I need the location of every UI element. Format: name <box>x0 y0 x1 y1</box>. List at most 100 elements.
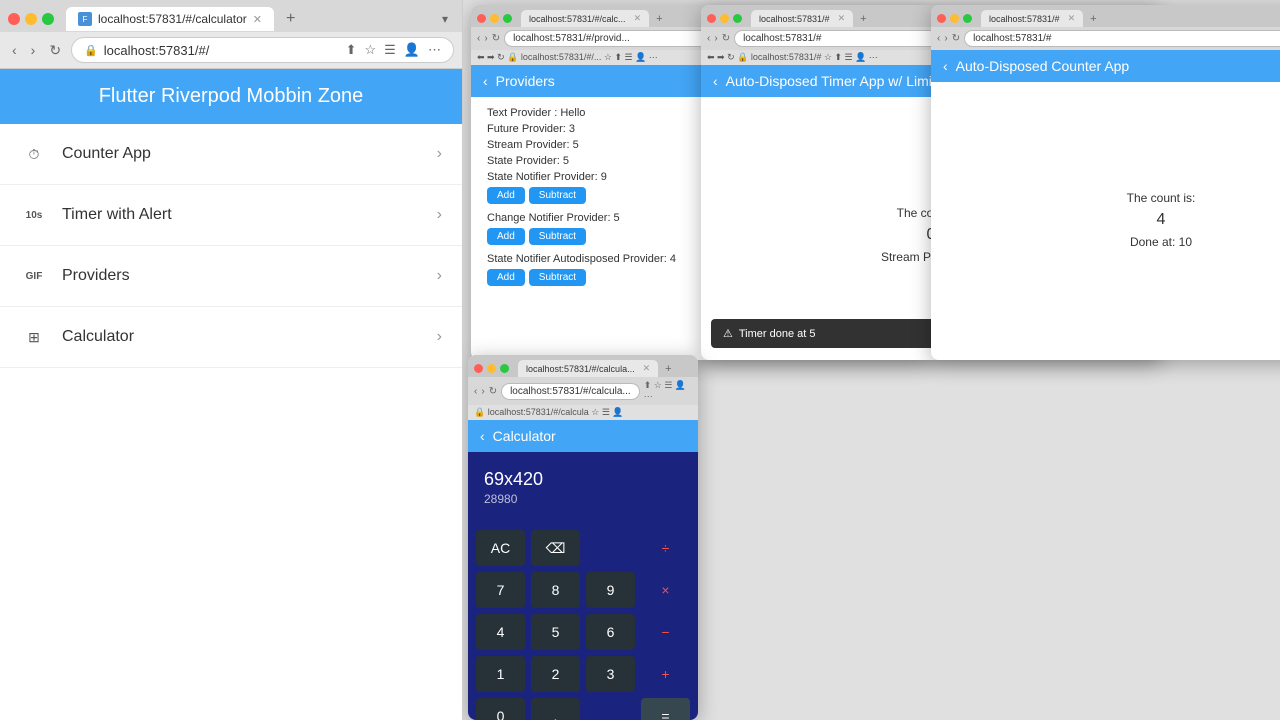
providers-tab-close[interactable]: ✕ <box>634 13 642 24</box>
nav-item-calculator[interactable]: ⊞ Calculator › <box>0 307 462 368</box>
traffic-light-red[interactable] <box>8 13 20 25</box>
account-icon[interactable]: 👤 <box>404 42 420 58</box>
nav-item-timer[interactable]: 10s Timer with Alert › <box>0 185 462 246</box>
c-tl-green[interactable] <box>963 14 972 23</box>
tab-dropdown[interactable]: ▾ <box>436 12 454 26</box>
state-notifier-label: State Notifier Provider: 9 <box>487 171 607 183</box>
counter-tab-close[interactable]: ✕ <box>1068 13 1076 24</box>
p-back[interactable]: ‹ <box>477 33 480 44</box>
timer-back-button[interactable]: ‹ <box>713 73 718 89</box>
toast-icon: ⚠ <box>723 327 733 340</box>
calc-btn-8[interactable]: 8 <box>531 572 580 608</box>
calc-btn-backspace[interactable]: ⌫ <box>531 530 580 566</box>
counter-new-tab[interactable]: + <box>1090 13 1096 25</box>
calc-tab-close[interactable]: ✕ <box>643 363 651 374</box>
c-address[interactable]: localhost:57831/# <box>964 30 1280 47</box>
autodisposed-subtract[interactable]: Subtract <box>529 269 586 286</box>
calc-tab-url: localhost:57831/#/calcula... <box>526 364 635 374</box>
timer-new-tab[interactable]: + <box>860 13 866 25</box>
c-refresh[interactable]: ↻ <box>952 33 960 44</box>
timer-tab-close[interactable]: ✕ <box>838 13 846 24</box>
c-back[interactable]: ‹ <box>937 33 940 44</box>
calc-btn-multiply[interactable]: × <box>641 572 690 608</box>
counter-tab-url: localhost:57831/# <box>989 14 1060 24</box>
state-notifier-add[interactable]: Add <box>487 187 525 204</box>
calc-btn-divide[interactable]: ÷ <box>641 530 690 566</box>
timer-tab[interactable]: localhost:57831/# ✕ <box>751 10 853 27</box>
nav-item-counter[interactable]: ⏱ Counter App › <box>0 124 462 185</box>
calc-btn-4[interactable]: 4 <box>476 614 525 650</box>
tab-close-button[interactable]: ✕ <box>253 13 262 26</box>
counter-title: Auto-Disposed Counter App <box>956 58 1130 74</box>
calc-btn-3[interactable]: 3 <box>586 656 635 692</box>
change-notifier-label: Change Notifier Provider: 5 <box>487 212 620 224</box>
forward-button[interactable]: › <box>27 40 40 60</box>
calc-back-button[interactable]: ‹ <box>480 428 485 444</box>
calc-new-tab[interactable]: + <box>665 363 671 375</box>
reader-icon[interactable]: ☰ <box>384 42 396 58</box>
providers-chevron: › <box>437 267 442 285</box>
c-tl-red[interactable] <box>937 14 946 23</box>
calc-tab[interactable]: localhost:57831/#/calcula... ✕ <box>518 360 658 377</box>
t-tl-green[interactable] <box>733 14 742 23</box>
timer-title: Auto-Disposed Timer App w/ Limit <box>726 73 936 89</box>
calc-btn-9[interactable]: 9 <box>586 572 635 608</box>
traffic-light-green[interactable] <box>42 13 54 25</box>
state-notifier-subtract[interactable]: Subtract <box>529 187 586 204</box>
p-fwd[interactable]: › <box>484 33 487 44</box>
p-tl-green[interactable] <box>503 14 512 23</box>
share-icon[interactable]: ⬆ <box>346 42 357 58</box>
calc-btn-2[interactable]: 2 <box>531 656 580 692</box>
new-tab-button[interactable]: + <box>278 6 303 32</box>
counter-tab[interactable]: localhost:57831/# ✕ <box>981 10 1083 27</box>
calc-btn-5[interactable]: 5 <box>531 614 580 650</box>
traffic-light-yellow[interactable] <box>25 13 37 25</box>
ca-tl-green[interactable] <box>500 364 509 373</box>
t-tl-red[interactable] <box>707 14 716 23</box>
t-fwd[interactable]: › <box>714 33 717 44</box>
bookmark-icon[interactable]: ☆ <box>365 42 377 58</box>
t-tl-yellow[interactable] <box>720 14 729 23</box>
counter-label: Counter App <box>62 145 423 163</box>
t-back[interactable]: ‹ <box>707 33 710 44</box>
calc-btn-ac[interactable]: AC <box>476 530 525 566</box>
autodisposed-add[interactable]: Add <box>487 269 525 286</box>
p-refresh[interactable]: ↻ <box>492 33 500 44</box>
ca-tl-yellow[interactable] <box>487 364 496 373</box>
change-notifier-add[interactable]: Add <box>487 228 525 245</box>
providers-icon: GIF <box>20 262 48 290</box>
ca-refresh[interactable]: ↻ <box>489 386 497 397</box>
calc-btn-subtract[interactable]: − <box>641 614 690 650</box>
ca-fwd[interactable]: › <box>481 386 484 397</box>
calc-btn-7[interactable]: 7 <box>476 572 525 608</box>
change-notifier-subtract[interactable]: Subtract <box>529 228 586 245</box>
p-tl-red[interactable] <box>477 14 486 23</box>
back-button[interactable]: ‹ <box>8 40 21 60</box>
ca-back[interactable]: ‹ <box>474 386 477 397</box>
providers-new-tab[interactable]: + <box>656 13 662 25</box>
c-fwd[interactable]: › <box>944 33 947 44</box>
p-tl-yellow[interactable] <box>490 14 499 23</box>
providers-title: Providers <box>496 73 555 89</box>
c-tl-yellow[interactable] <box>950 14 959 23</box>
nav-item-providers[interactable]: GIF Providers › <box>0 246 462 307</box>
counter-traffic-lights <box>937 14 972 23</box>
future-provider-label: Future Provider: 3 <box>487 123 575 135</box>
refresh-button[interactable]: ↻ <box>45 40 65 61</box>
calc-btn-0[interactable]: 0 <box>476 698 525 720</box>
providers-tab[interactable]: localhost:57831/#/calc... ✕ <box>521 10 649 27</box>
ca-address[interactable]: localhost:57831/#/calcula... <box>501 383 640 400</box>
t-refresh[interactable]: ↻ <box>722 33 730 44</box>
timer-icon: 10s <box>20 201 48 229</box>
address-bar[interactable]: 🔒 localhost:57831/#/ ⬆ ☆ ☰ 👤 ⋯ <box>71 37 454 63</box>
more-icon[interactable]: ⋯ <box>428 42 441 58</box>
ca-tl-red[interactable] <box>474 364 483 373</box>
calc-btn-add[interactable]: + <box>641 656 690 692</box>
calc-btn-equals[interactable]: = <box>641 698 690 720</box>
providers-back-button[interactable]: ‹ <box>483 73 488 89</box>
calc-btn-6[interactable]: 6 <box>586 614 635 650</box>
calc-btn-decimal[interactable]: . <box>531 698 580 720</box>
calc-btn-1[interactable]: 1 <box>476 656 525 692</box>
counter-back-button[interactable]: ‹ <box>943 58 948 74</box>
browser-tab[interactable]: F localhost:57831/#/calculator ✕ <box>66 7 274 31</box>
